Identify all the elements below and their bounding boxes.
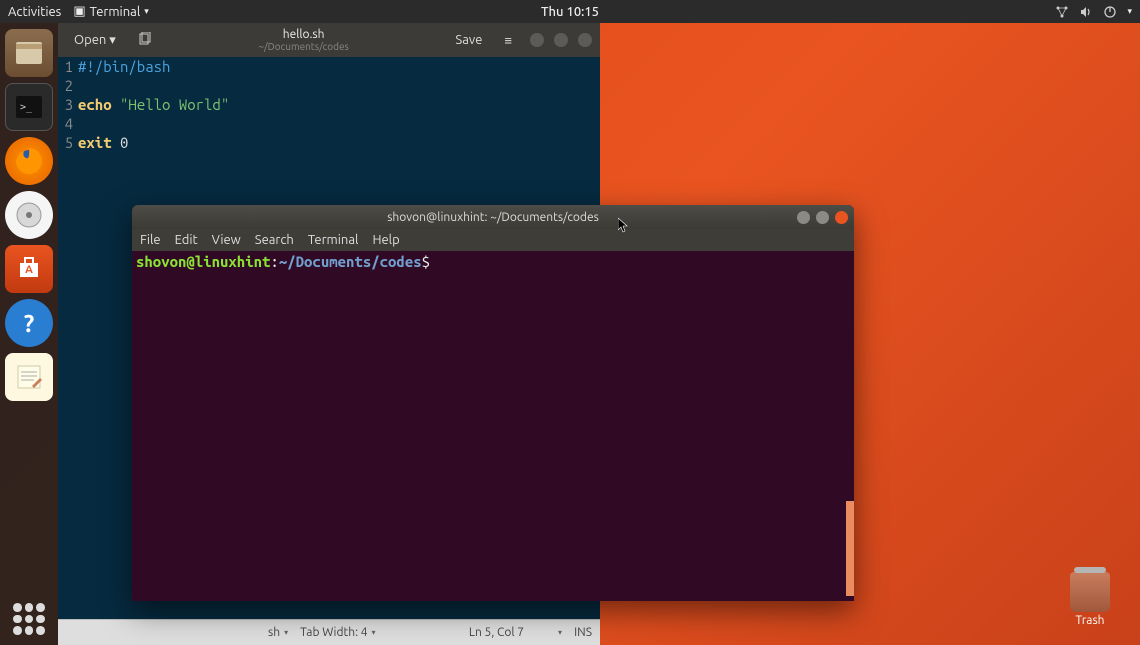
dock-item-disks[interactable] [5, 191, 53, 239]
language-selector[interactable]: sh▾ [268, 626, 288, 639]
terminal-window: shovon@linuxhint: ~/Documents/codes File… [132, 205, 854, 601]
line-gutter: 1 2 3 4 5 [58, 57, 76, 619]
save-button[interactable]: Save [447, 29, 490, 51]
show-applications-button[interactable] [13, 603, 45, 635]
tabwidth-selector[interactable]: Tab Width: 4▾ [300, 626, 375, 639]
clock[interactable]: Thu 10:15 [541, 5, 599, 19]
title-area: hello.sh ~/Documents/codes [166, 28, 442, 52]
menu-terminal[interactable]: Terminal [308, 233, 359, 247]
menu-file[interactable]: File [140, 233, 161, 247]
dock-item-help[interactable]: ? [5, 299, 53, 347]
file-path: ~/Documents/codes [166, 41, 442, 52]
terminal-menubar: File Edit View Search Terminal Help [132, 229, 854, 251]
insert-mode[interactable]: INS [574, 626, 592, 639]
open-button[interactable]: Open ▾ [66, 29, 124, 52]
dock-item-firefox[interactable] [5, 137, 53, 185]
minimize-button[interactable] [797, 211, 810, 224]
dock-item-notes[interactable] [5, 353, 53, 401]
menu-search[interactable]: Search [255, 233, 294, 247]
system-menu-chevron-icon[interactable]: ▾ [1127, 6, 1132, 17]
chevron-down-icon: ▾ [109, 33, 116, 47]
close-button[interactable] [578, 33, 592, 47]
maximize-button[interactable] [816, 211, 829, 224]
dock-item-terminal[interactable]: >_ [5, 83, 53, 131]
trash-icon[interactable]: Trash [1070, 572, 1110, 627]
dock-item-software[interactable]: A [5, 245, 53, 293]
activities-button[interactable]: Activities [8, 5, 61, 19]
network-icon[interactable] [1055, 5, 1069, 19]
new-tab-button[interactable] [130, 28, 160, 53]
hamburger-menu-button[interactable]: ≡ [496, 29, 520, 52]
open-button-label: Open [74, 33, 106, 47]
cursor-position[interactable]: Ln 5, Col 7▾ [469, 626, 562, 639]
trash-label: Trash [1070, 614, 1110, 627]
prompt-line: shovon@linuxhint:~/Documents/codes$ [136, 253, 850, 270]
chevron-down-icon: ▾ [144, 6, 149, 17]
menu-help[interactable]: Help [372, 233, 399, 247]
maximize-button[interactable] [554, 33, 568, 47]
scrollbar-thumb[interactable] [846, 501, 854, 596]
volume-icon[interactable] [1079, 5, 1093, 19]
file-name: hello.sh [166, 28, 442, 41]
minimize-button[interactable] [530, 33, 544, 47]
top-panel: Activities ▣ Terminal ▾ Thu 10:15 ▾ [0, 0, 1140, 23]
svg-text:>_: >_ [20, 102, 33, 113]
menu-edit[interactable]: Edit [175, 233, 198, 247]
menu-view[interactable]: View [212, 233, 241, 247]
status-bar: sh▾ Tab Width: 4▾ Ln 5, Col 7▾ INS [58, 619, 600, 645]
dock-item-files[interactable] [5, 29, 53, 77]
app-menu[interactable]: ▣ Terminal ▾ [73, 4, 148, 19]
dock: >_ A ? [0, 23, 58, 645]
power-icon[interactable] [1103, 5, 1117, 19]
terminal-body[interactable]: shovon@linuxhint:~/Documents/codes$ [132, 251, 854, 601]
close-button[interactable] [835, 211, 848, 224]
svg-text:A: A [25, 264, 33, 276]
gedit-headerbar: Open ▾ hello.sh ~/Documents/codes Save ≡ [58, 23, 600, 57]
terminal-icon: ▣ [73, 4, 85, 19]
terminal-titlebar[interactable]: shovon@linuxhint: ~/Documents/codes [132, 205, 854, 229]
app-menu-label: Terminal [90, 5, 141, 19]
terminal-title: shovon@linuxhint: ~/Documents/codes [387, 211, 599, 224]
